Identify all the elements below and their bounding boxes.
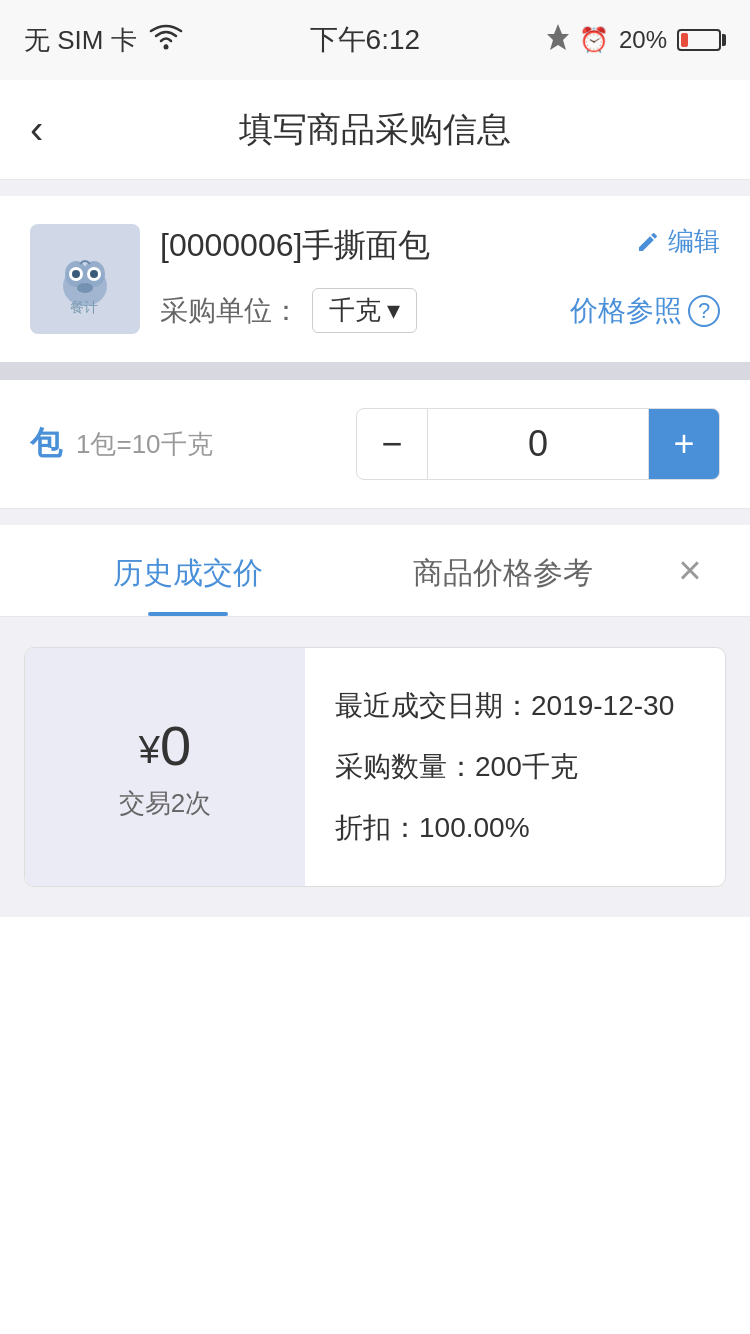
svg-point-7 — [90, 270, 98, 278]
unit-label: 采购单位： — [160, 292, 300, 330]
price-amount: ¥0 — [139, 713, 191, 778]
quantity-control: − 0 + — [356, 408, 720, 480]
wifi-icon — [149, 24, 183, 57]
price-card: ¥0 交易2次 最近成交日期：2019-12-30 采购数量：200千克 折扣：… — [24, 647, 726, 887]
nav-bar: ‹ 填写商品采购信息 — [0, 80, 750, 180]
price-summary: ¥0 交易2次 — [25, 648, 305, 886]
page-title: 填写商品采购信息 — [239, 107, 511, 153]
product-name: [0000006]手撕面包 — [160, 224, 430, 268]
status-bar: 无 SIM 卡 下午6:12 ⏰ 20% — [0, 0, 750, 80]
status-time: 下午6:12 — [310, 21, 421, 59]
tab-history-price[interactable]: 历史成交价 — [30, 525, 345, 616]
alarm-icon: ⏰ — [579, 26, 609, 54]
unit-dropdown[interactable]: 千克 ▾ — [312, 288, 417, 333]
bottom-content-area — [0, 917, 750, 1334]
quantity-input[interactable]: 0 — [428, 408, 648, 480]
edit-button[interactable]: 编辑 — [636, 224, 720, 259]
tab-product-price-ref[interactable]: 商品价格参考 — [345, 525, 660, 616]
quantity-detail-label: 采购数量： — [335, 751, 475, 782]
product-section: 餐计 [0000006]手撕面包 编辑 采购单位： 千克 ▾ 价格参照 — [0, 196, 750, 362]
quantity-row: 包 1包=10千克 − 0 + — [0, 380, 750, 509]
recent-date-value: 2019-12-30 — [531, 690, 674, 721]
status-left: 无 SIM 卡 — [24, 23, 183, 58]
tab-active-indicator — [148, 612, 228, 616]
unit-conversion: 1包=10千克 — [76, 427, 213, 462]
battery-icon — [677, 29, 726, 51]
product-image: 餐计 — [30, 224, 140, 334]
svg-point-6 — [72, 270, 80, 278]
status-right: ⏰ 20% — [547, 24, 726, 56]
help-icon: ? — [688, 295, 720, 327]
product-info: [0000006]手撕面包 编辑 采购单位： 千克 ▾ 价格参照 ? — [160, 224, 720, 333]
quantity-increase-button[interactable]: + — [648, 408, 720, 480]
unit-badge: 包 — [30, 422, 62, 466]
product-unit-row: 采购单位： 千克 ▾ 价格参照 ? — [160, 288, 720, 333]
tabs-bar: 历史成交价 商品价格参考 × — [0, 525, 750, 617]
discount-value: 100.00% — [419, 812, 530, 843]
chevron-down-icon: ▾ — [387, 295, 400, 326]
price-details: 最近成交日期：2019-12-30 采购数量：200千克 折扣：100.00% — [305, 648, 725, 886]
tab-close-button[interactable]: × — [660, 541, 720, 601]
discount-row: 折扣：100.00% — [335, 806, 695, 851]
product-logo: 餐计 — [50, 244, 120, 314]
quantity-decrease-button[interactable]: − — [356, 408, 428, 480]
svg-point-0 — [163, 44, 168, 49]
currency-symbol: ¥ — [139, 729, 160, 771]
recent-date-row: 最近成交日期：2019-12-30 — [335, 684, 695, 729]
price-reference-button[interactable]: 价格参照 ? — [570, 292, 720, 330]
discount-label: 折扣： — [335, 812, 419, 843]
svg-text:餐计: 餐计 — [70, 300, 98, 314]
trades-count: 交易2次 — [119, 786, 211, 821]
quantity-label: 包 1包=10千克 — [30, 422, 213, 466]
quantity-detail-value: 200千克 — [475, 751, 578, 782]
purchase-quantity-row: 采购数量：200千克 — [335, 745, 695, 790]
location-icon — [547, 24, 569, 56]
recent-date-label: 最近成交日期： — [335, 690, 531, 721]
no-sim-text: 无 SIM 卡 — [24, 23, 137, 58]
svg-point-8 — [77, 283, 93, 293]
battery-percent: 20% — [619, 26, 667, 54]
product-header: [0000006]手撕面包 编辑 — [160, 224, 720, 268]
back-button[interactable]: ‹ — [30, 107, 90, 152]
section-divider — [0, 362, 750, 380]
unit-selector: 采购单位： 千克 ▾ — [160, 288, 417, 333]
